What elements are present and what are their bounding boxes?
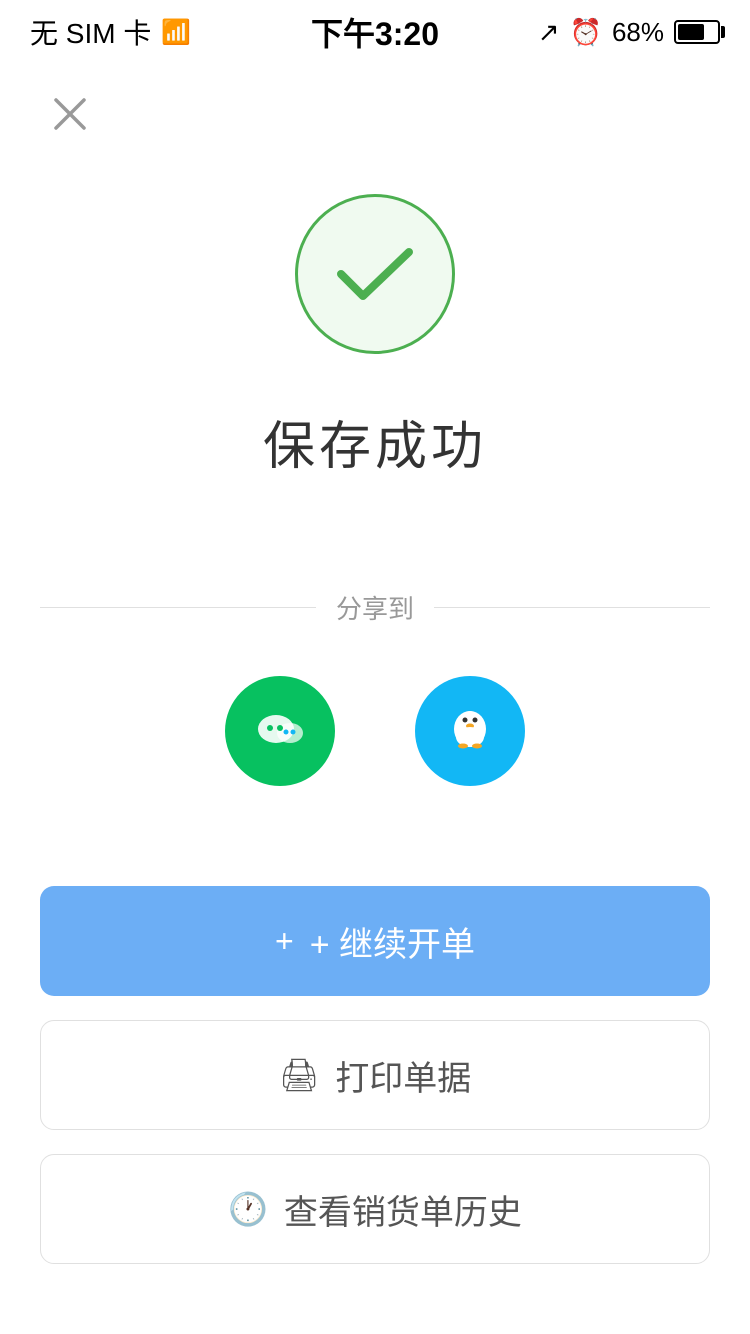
battery-icon	[674, 20, 720, 44]
location-icon: ↗	[538, 17, 560, 48]
plus-icon: +	[275, 923, 294, 960]
alarm-icon: ⏰	[570, 17, 602, 48]
checkmark-icon	[335, 244, 415, 304]
wifi-icon: 📶	[161, 18, 191, 47]
status-time: 下午3:20	[311, 9, 439, 55]
qq-share-button[interactable]	[415, 676, 525, 786]
status-right: ↗ ⏰ 68%	[538, 17, 720, 48]
share-icons	[40, 676, 710, 786]
share-label: 分享到	[336, 589, 414, 626]
status-bar: 无 SIM 卡 📶 下午3:20 ↗ ⏰ 68%	[0, 0, 750, 64]
print-icon: 🖨	[279, 1056, 320, 1094]
print-label: 打印单据	[335, 1051, 471, 1100]
battery-fill	[678, 24, 704, 40]
success-section: 保存成功	[40, 174, 710, 519]
qq-icon	[438, 699, 502, 763]
status-carrier: 无 SIM 卡 📶	[30, 12, 191, 52]
wechat-share-button[interactable]	[225, 676, 335, 786]
divider-left	[40, 607, 316, 608]
history-icon: 🕐	[228, 1190, 268, 1228]
print-button[interactable]: 🖨 打印单据	[40, 1020, 710, 1130]
close-button[interactable]	[40, 84, 100, 144]
battery-percent: 68%	[612, 17, 664, 48]
wechat-icon	[248, 699, 312, 763]
divider-right	[434, 607, 710, 608]
success-circle	[295, 194, 455, 354]
success-title: 保存成功	[263, 404, 487, 479]
main-content: 保存成功 分享到	[0, 64, 750, 1304]
history-button[interactable]: 🕐 查看销货单历史	[40, 1154, 710, 1264]
close-icon	[52, 96, 88, 132]
share-section: 分享到	[40, 549, 710, 846]
carrier-text: 无 SIM 卡	[30, 12, 151, 52]
continue-order-button[interactable]: + + 继续开单	[40, 886, 710, 996]
action-section: + + 继续开单 🖨 打印单据 🕐 查看销货单历史	[40, 846, 710, 1304]
history-label: 查看销货单历史	[284, 1185, 522, 1234]
continue-order-label: + 继续开单	[310, 917, 475, 966]
share-divider: 分享到	[40, 589, 710, 626]
